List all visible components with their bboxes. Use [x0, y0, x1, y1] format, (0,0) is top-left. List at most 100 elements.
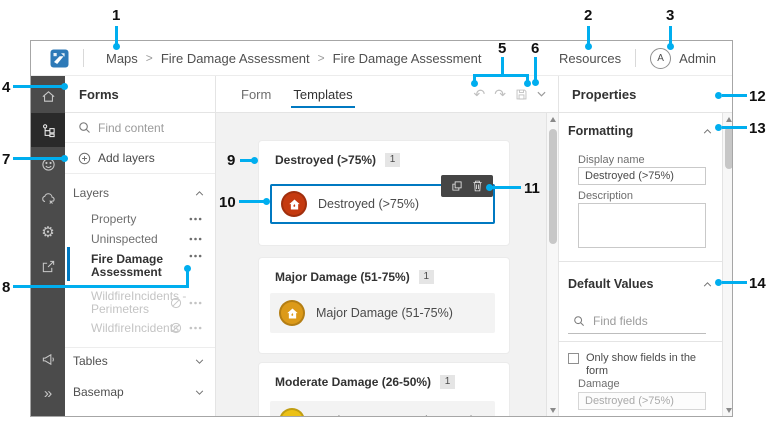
- callout-line: [722, 281, 747, 284]
- callout-dot: [113, 43, 120, 50]
- callout-dot: [524, 80, 531, 87]
- formatting-section-header[interactable]: Formatting: [568, 123, 712, 139]
- template-row-major[interactable]: Major Damage (51-75%): [270, 293, 495, 333]
- properties-content: Formatting Display name Description Defa…: [559, 113, 733, 416]
- header-divider: [83, 49, 84, 67]
- callout-number: 7: [2, 151, 10, 168]
- undo-icon: ↶: [474, 87, 486, 101]
- callout-dot: [715, 92, 722, 99]
- layer-menu-ellipsis-icon[interactable]: [189, 326, 202, 330]
- tables-section-header[interactable]: Tables: [73, 353, 204, 369]
- template-row-moderate[interactable]: Moderate Damage (26-50%): [270, 401, 495, 416]
- scroll-down-arrow[interactable]: [547, 404, 558, 416]
- callout-dot: [61, 155, 68, 162]
- callout-number: 1: [112, 7, 120, 24]
- properties-scrollbar[interactable]: [722, 113, 733, 416]
- layer-row-property[interactable]: Property: [65, 209, 215, 229]
- callout-number: 4: [2, 79, 10, 96]
- breadcrumb-level1[interactable]: Fire Damage Assessment: [161, 51, 310, 66]
- callout-line: [587, 26, 590, 44]
- find-content-input[interactable]: [98, 121, 193, 135]
- layer-menu-ellipsis-icon[interactable]: [189, 254, 202, 258]
- breadcrumb-maps[interactable]: Maps: [106, 51, 138, 66]
- display-name-input[interactable]: [578, 167, 706, 185]
- callout-line: [722, 126, 747, 129]
- template-group-major: Major Damage (51-75%) 1 Major Damage (51…: [259, 258, 509, 353]
- group-header: Moderate Damage (26-50%) 1: [275, 375, 455, 389]
- chevron-up-icon: [703, 129, 712, 134]
- tab-form[interactable]: Form: [241, 76, 271, 112]
- find-fields-search[interactable]: [568, 308, 706, 334]
- scroll-up-arrow[interactable]: [723, 113, 733, 125]
- save-button[interactable]: [515, 88, 528, 101]
- add-layers-button[interactable]: Add layers: [65, 143, 215, 174]
- layers-section-header[interactable]: Layers: [73, 185, 204, 201]
- gear-glyph: ⚙: [41, 225, 54, 240]
- scrollbar-thumb[interactable]: [549, 129, 557, 244]
- layer-row-uninspected[interactable]: Uninspected: [65, 229, 215, 249]
- only-show-fields-checkbox-row[interactable]: Only show fields in the form: [568, 352, 718, 378]
- basemap-section-header[interactable]: Basemap: [73, 384, 204, 400]
- damage-field-input: [578, 392, 706, 410]
- checkbox-unchecked-icon[interactable]: [568, 353, 579, 364]
- chevron-up-icon: [703, 282, 712, 287]
- callout-dot: [251, 157, 258, 164]
- section-divider: [559, 261, 722, 262]
- duplicate-icon[interactable]: [451, 180, 463, 192]
- callout-dot: [667, 43, 674, 50]
- callout-line: [13, 285, 189, 288]
- forms-panel-content: Add layers Layers Property Uninspected: [65, 113, 215, 416]
- scroll-down-arrow[interactable]: [723, 404, 733, 416]
- count-badge: 1: [385, 153, 400, 167]
- disabled-icon: [170, 322, 182, 334]
- layer-menu-ellipsis-icon[interactable]: [189, 301, 202, 305]
- rail-share-icon[interactable]: [31, 249, 65, 283]
- rail-smiley-icon[interactable]: [31, 147, 65, 181]
- save-menu-button[interactable]: [537, 91, 546, 97]
- rail-collapse-icon[interactable]: »: [31, 376, 65, 410]
- default-values-section-header[interactable]: Default Values: [568, 276, 712, 292]
- chevron-down-icon: [537, 91, 546, 97]
- rail-forms-icon[interactable]: [31, 113, 65, 147]
- properties-panel-title: Properties: [559, 76, 733, 113]
- app-body: ⚙ » Forms: [31, 76, 732, 416]
- templates-scrollbar[interactable]: [546, 113, 558, 416]
- find-fields-input[interactable]: [593, 314, 683, 328]
- layer-menu-ellipsis-icon[interactable]: [189, 217, 202, 221]
- find-content-search[interactable]: [65, 113, 215, 143]
- callout-line: [13, 157, 63, 160]
- double-chevron-glyph: »: [44, 386, 52, 401]
- search-icon: [573, 315, 585, 327]
- tab-templates[interactable]: Templates: [293, 76, 352, 112]
- callout-number: 8: [2, 279, 10, 296]
- layer-row-fire-damage-assessment[interactable]: Fire Damage Assessment: [65, 252, 215, 280]
- scrollbar-thumb[interactable]: [725, 127, 733, 169]
- description-textarea[interactable]: [578, 203, 706, 248]
- resources-link[interactable]: Resources: [559, 51, 621, 66]
- callout-dot: [263, 198, 270, 205]
- callout-line: [473, 74, 529, 77]
- rail-settings-gear-icon[interactable]: ⚙: [31, 215, 65, 249]
- scroll-up-arrow[interactable]: [547, 113, 558, 125]
- templates-content: Destroyed (>75%) 1 Destroyed (>75%): [216, 113, 558, 416]
- redo-button[interactable]: ↷: [494, 87, 506, 101]
- avatar[interactable]: A: [650, 48, 671, 69]
- layer-menu-ellipsis-icon[interactable]: [189, 237, 202, 241]
- section-divider: [559, 341, 722, 342]
- rail-cloud-offline-icon[interactable]: [31, 181, 65, 215]
- callout-number: 9: [227, 152, 235, 169]
- rail-megaphone-icon[interactable]: [31, 342, 65, 376]
- tables-section-label: Tables: [73, 354, 108, 368]
- callout-line: [534, 57, 537, 80]
- undo-button[interactable]: ↶: [474, 87, 486, 101]
- account-menu[interactable]: Admin: [679, 51, 716, 66]
- callout-line: [115, 26, 118, 44]
- callout-dot: [532, 79, 539, 86]
- app-logo-icon[interactable]: [50, 49, 69, 68]
- callout-number: 10: [219, 194, 236, 211]
- callout-dot: [585, 43, 592, 50]
- callout-number: 5: [498, 40, 506, 57]
- trash-icon[interactable]: [472, 180, 483, 192]
- layer-row-wildfire-perimeters: WildfireIncidents - Perimeters: [65, 290, 215, 316]
- selection-indicator: [67, 247, 70, 281]
